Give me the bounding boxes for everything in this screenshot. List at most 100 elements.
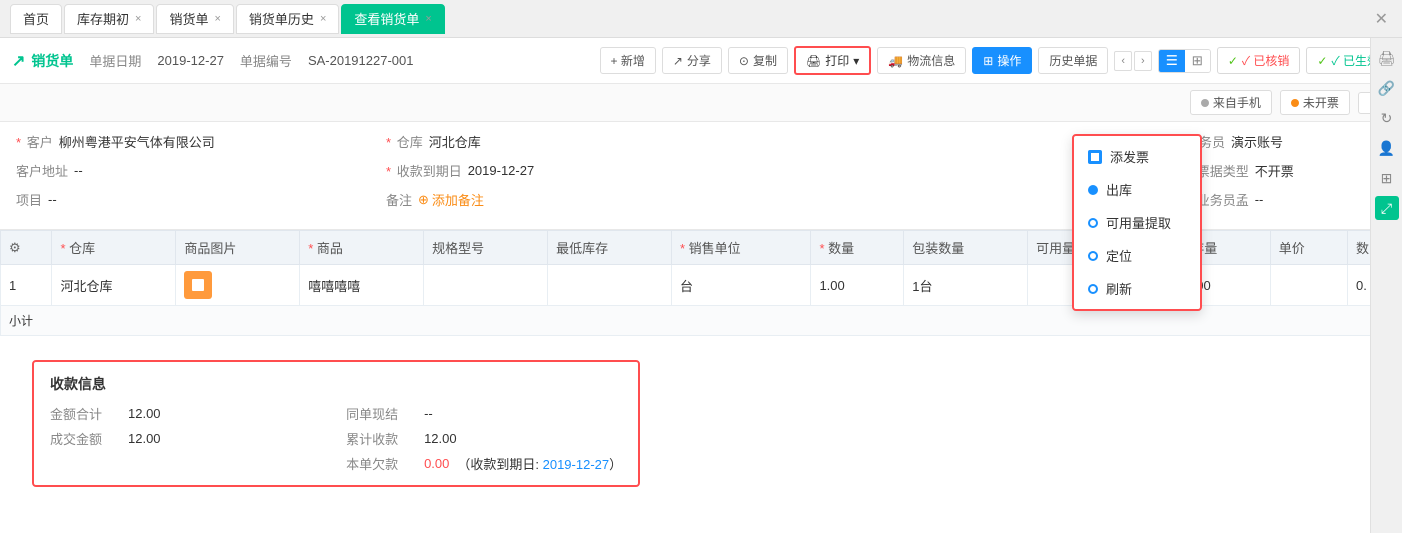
share-button[interactable]: ↗ 分享 [662,47,722,74]
cumulative-row: 累计收款 12.00 [346,429,622,448]
logistics-icon: 🚚 [888,54,903,68]
sold-button[interactable]: ✓ ✓ 已核销 [1217,47,1301,74]
window-close-icon[interactable]: ✕ [1371,5,1392,33]
check-icon: ✓ [1228,54,1238,68]
payment-title: 收款信息 [50,374,622,394]
total-row: 金额合计 12.00 [50,404,326,423]
sidebar-link-icon[interactable]: 🔗 [1375,76,1399,100]
th-package-qty: 包装数量 [904,231,1028,265]
th-min-stock: 最低库存 [548,231,672,265]
tab-inventory-init[interactable]: 库存期初 × [64,4,154,34]
customer-value[interactable]: 柳州粤港平安气体有限公司 [59,132,215,151]
print-button[interactable]: 🖨 打印 ▾ [794,46,871,75]
doc-meta: 单据日期 2019-12-27 单据编号 SA-20191227-001 [89,51,413,70]
th-product: * 商品 [300,231,424,265]
new-button[interactable]: + 新增 [600,47,656,74]
next-button[interactable]: › [1134,51,1152,71]
share-icon: ↗ [673,54,683,68]
owed-label: 本单欠款 [346,454,416,473]
add-note-button[interactable]: ⊕ 添加备注 [418,190,484,209]
settlement-label: 同单现结 [346,404,416,423]
sidebar-refresh-icon[interactable]: ↻ [1375,106,1399,130]
cumulative-value: 12.00 [424,431,457,446]
sidebar-print-icon[interactable]: 🖨 [1375,46,1399,70]
available-qty-label: 可用量提取 [1106,213,1171,232]
th-spec: 规格型号 [424,231,548,265]
add-invoice-item[interactable]: 添发票 [1074,140,1200,173]
refresh-label: 刷新 [1106,279,1132,298]
grid-view-button[interactable]: ⊞ [1185,50,1210,72]
tab-sales-history[interactable]: 销货单历史 × [236,4,339,34]
row-product[interactable]: 嘻嘻嘻嘻 [300,265,424,306]
add-invoice-label: 添发票 [1110,147,1149,166]
address-value[interactable]: -- [74,163,83,178]
main-content: ↗ 销货单 单据日期 2019-12-27 单据编号 SA-20191227-0… [0,38,1402,533]
warehouse-label: 仓库 [397,135,423,150]
tab-view-sales-label: 查看销货单 [354,9,419,28]
tab-sales-history-close[interactable]: × [320,13,326,25]
th-gear[interactable]: ⚙ [1,231,52,265]
salesperson2-label: 业务员孟 [1197,193,1249,208]
row-quantity: 1.00 [811,265,904,306]
sales-order-icon: ↗ [12,51,25,71]
total-label: 金额合计 [50,404,120,423]
available-qty-item[interactable]: 可用量提取 [1074,206,1200,239]
row-spec [424,265,548,306]
due-date-value[interactable]: 2019-12-27 [468,163,535,178]
operations-button[interactable]: ⊞ 操作 [972,47,1032,74]
nav-arrows: ‹ › [1114,51,1151,71]
doc-actions: + 新增 ↗ 分享 ⊙ 复制 🖨 打印 ▾ 🚚 物流信息 ⊞ 操作 [600,46,1391,75]
sidebar-expand-icon[interactable]: ⤢ [1375,196,1399,220]
due-date-field: * 收款到期日 2019-12-27 [386,161,736,180]
sidebar-user-icon[interactable]: 👤 [1375,136,1399,160]
no-label: 单据编号 [240,51,292,70]
ticket-label: 票据类型 [1197,164,1249,179]
tab-sales-order[interactable]: 销货单 × [156,4,233,34]
row-unit: 台 [671,265,810,306]
tab-view-sales[interactable]: 查看销货单 × [341,4,444,34]
payment-container: 收款信息 金额合计 12.00 同单现结 -- 成交金额 12.00 累计收款 … [0,336,1402,511]
th-quantity: * 数量 [811,231,904,265]
row-warehouse: 河北仓库 [52,265,176,306]
not-opened-button[interactable]: 未开票 [1280,90,1350,115]
ticket-field: * 票据类型 不开票 [1186,161,1386,180]
outbound-item[interactable]: 出库 [1074,173,1200,206]
doc-title: ↗ 销货单 [12,51,73,71]
salesperson2-field: * 业务员孟 -- [1186,190,1386,209]
tab-inventory-init-close[interactable]: × [135,13,141,25]
deal-row: 成交金额 12.00 [50,429,326,448]
warehouse-value[interactable]: 河北仓库 [429,132,481,151]
salesperson-field: 业务员 演示账号 [1186,132,1386,151]
th-price: 单价 [1270,231,1347,265]
copy-button[interactable]: ⊙ 复制 [728,47,788,74]
list-view-button[interactable]: ☰ [1159,50,1185,72]
th-warehouse: * 仓库 [52,231,176,265]
row-package-qty: 1台 [904,265,1028,306]
salesperson2-value[interactable]: -- [1255,192,1264,207]
th-product-img: 商品图片 [176,231,300,265]
sidebar-table-icon[interactable]: ⊞ [1375,166,1399,190]
ticket-value[interactable]: 不开票 [1255,161,1294,180]
tab-home[interactable]: 首页 [10,4,62,34]
doc-type-label: 销货单 [31,51,73,71]
outbound-label: 出库 [1106,180,1132,199]
tab-inventory-init-label: 库存期初 [77,9,129,28]
print-dropdown-icon: ▾ [853,54,859,68]
refresh-item[interactable]: 刷新 [1074,272,1200,305]
customer-label: 客户 [27,135,53,150]
owed-row: 本单欠款 0.00 （收款到期日: 2019-12-27） [346,454,622,473]
address-label: 客户地址 [16,161,68,180]
project-value[interactable]: -- [48,192,57,207]
history-button[interactable]: 历史单据 [1038,47,1108,74]
tab-sales-order-close[interactable]: × [214,13,220,25]
warehouse-field: * 仓库 河北仓库 [386,132,736,151]
location-item[interactable]: 定位 [1074,239,1200,272]
tab-view-sales-close[interactable]: × [425,13,431,25]
from-phone-button[interactable]: 来自手机 [1190,90,1272,115]
logistics-button[interactable]: 🚚 物流信息 [877,47,966,74]
product-image [184,271,212,299]
customer-field: * 客户 柳州粤港平安气体有限公司 [16,132,366,151]
prev-button[interactable]: ‹ [1114,51,1132,71]
available-qty-dot-icon [1088,218,1098,228]
location-label: 定位 [1106,246,1132,265]
